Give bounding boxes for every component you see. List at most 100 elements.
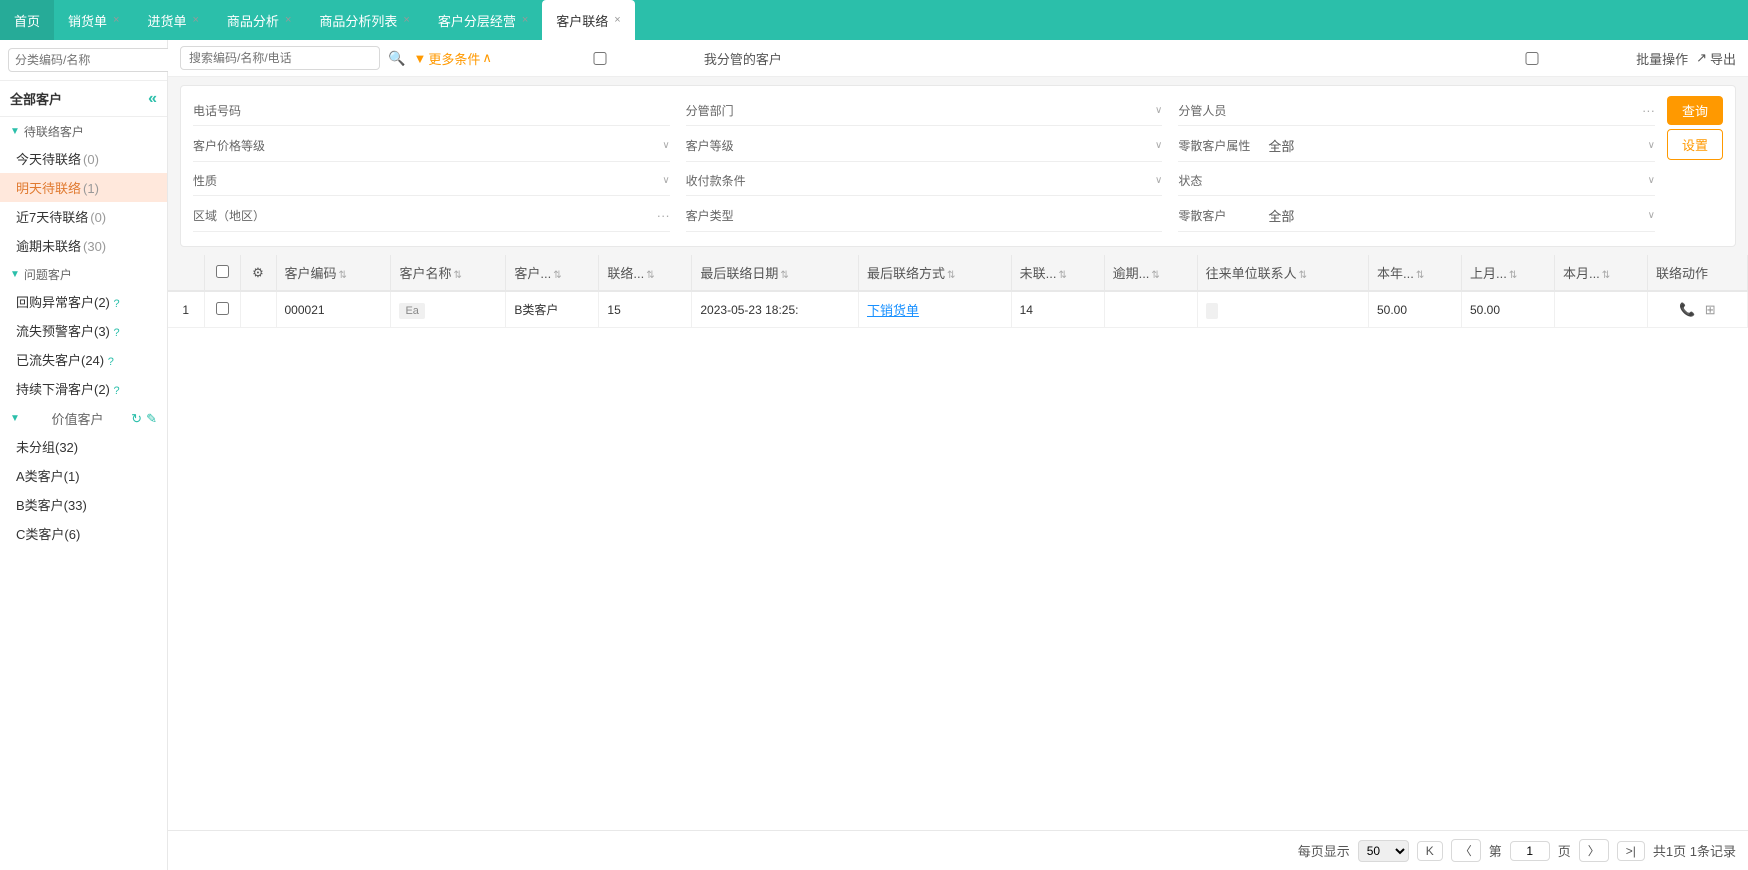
search-icon[interactable]: 🔍 [388, 50, 405, 67]
region-input[interactable]: ··· [283, 208, 670, 223]
sidebar-item-tomorrow[interactable]: 明天待联络(1) [0, 173, 167, 202]
nav-item-purchase[interactable]: 进货单 × [133, 0, 212, 40]
query-button[interactable]: 查询 [1667, 96, 1723, 125]
export-button[interactable]: ↗ 导出 [1696, 49, 1736, 68]
col-name[interactable]: 客户名称⇅ [391, 255, 506, 291]
value-refresh-icon[interactable]: ↻ [131, 411, 142, 427]
dept-select[interactable]: ∨ [776, 105, 1163, 116]
nav-item-customer-tier[interactable]: 客户分层经营 × [424, 0, 542, 40]
adv-col-customer-level: 客户等级 ∨ [686, 130, 1163, 162]
table-row: 1 000021 Ea B类客户 15 2023-05-23 18:25 [168, 291, 1748, 328]
status-caret-icon: ∨ [1648, 175, 1655, 186]
row-checkbox [204, 291, 240, 328]
adv-filters-panel: 电话号码 分管部门 ∨ [180, 85, 1736, 247]
name-sort-icon: ⇅ [453, 270, 461, 281]
last-date-sort-icon: ⇅ [780, 270, 788, 281]
sidebar-item-overdue-contact[interactable]: 逾期未联络(30) [0, 231, 167, 260]
sidebar-item-today[interactable]: 今天待联络(0) [0, 144, 167, 173]
col-settings[interactable]: ⚙ [240, 255, 276, 291]
total-info: 共1页 1条记录 [1653, 841, 1736, 860]
sidebar-search-input[interactable] [8, 48, 177, 72]
prev-page-button[interactable]: 〈 [1451, 839, 1481, 862]
person-ellipsis-icon: ··· [1642, 103, 1655, 118]
col-this-year[interactable]: 本年...⇅ [1368, 255, 1461, 291]
col-overdue[interactable]: 逾期...⇅ [1104, 255, 1197, 291]
sidebar-item-repurchase-abnormal[interactable]: 回购异常客户(2) ? [0, 287, 167, 316]
nav-item-customer-contact[interactable]: 客户联络 × [542, 0, 634, 40]
search-input[interactable] [180, 46, 380, 70]
sidebar-item-declining[interactable]: 持续下滑客户(2) ? [0, 374, 167, 403]
close-purchase-icon[interactable]: × [192, 14, 198, 26]
my-customers-checkbox-label[interactable]: 我分管的客户 [500, 49, 782, 68]
adv-col-price-level: 客户价格等级 ∨ [193, 130, 670, 162]
last-page-button[interactable]: >| [1617, 841, 1645, 861]
sidebar-all-customers[interactable]: 全部客户 « [0, 81, 167, 117]
sidebar-item-ungrouped[interactable]: 未分组(32) [0, 432, 167, 461]
scatter-attr-caret-icon: ∨ [1648, 140, 1655, 151]
nature-select[interactable]: ∨ [283, 175, 670, 186]
page-size-select[interactable]: 50 100 [1358, 840, 1409, 862]
col-last-date[interactable]: 最后联络日期⇅ [692, 255, 859, 291]
sidebar-item-lost[interactable]: 已流失客户(24) ? [0, 345, 167, 374]
row-select-checkbox[interactable] [216, 302, 229, 315]
nav-item-analysis-list[interactable]: 商品分析列表 × [305, 0, 423, 40]
person-input[interactable]: ··· [1268, 103, 1655, 118]
filter-caret-icon: ∧ [482, 50, 492, 66]
close-customer-contact-icon[interactable]: × [614, 14, 620, 26]
more-filters-button[interactable]: ▼ 更多条件 ∧ [413, 49, 491, 68]
my-customers-checkbox[interactable] [500, 52, 700, 65]
this-year-sort-icon: ⇅ [1416, 270, 1424, 281]
scatter-attr-select[interactable]: 全部 ∨ [1268, 136, 1655, 155]
sidebar-item-class-b[interactable]: B类客户(33) [0, 490, 167, 519]
filter-icon: ▼ [413, 51, 426, 66]
col-unit-contact[interactable]: 往来单位联系人⇅ [1197, 255, 1368, 291]
row-name: Ea [391, 291, 506, 328]
status-select[interactable]: ∨ [1268, 175, 1655, 186]
scatter-customer-select[interactable]: 全部 ∨ [1268, 206, 1655, 225]
action-phone-icon[interactable]: 📞 [1679, 302, 1695, 317]
customer-level-select[interactable]: ∨ [776, 140, 1163, 151]
sidebar-item-class-a[interactable]: A类客户(1) [0, 461, 167, 490]
bulk-op-checkbox-label[interactable]: 批量操作 [1432, 49, 1688, 68]
col-last-month[interactable]: 上月...⇅ [1461, 255, 1554, 291]
sidebar-item-loss-warning[interactable]: 流失预警客户(3) ? [0, 316, 167, 345]
col-type[interactable]: 客户...⇅ [506, 255, 599, 291]
value-edit-icon[interactable]: ✎ [146, 411, 157, 427]
page-number-input[interactable] [1510, 841, 1550, 861]
close-analysis-icon[interactable]: × [285, 14, 291, 26]
select-all-checkbox[interactable] [216, 265, 229, 278]
close-sales-icon[interactable]: × [113, 14, 119, 26]
next-page-button[interactable]: 〉 [1579, 839, 1609, 862]
col-this-month[interactable]: 本月...⇅ [1554, 255, 1647, 291]
table-body: 1 000021 Ea B类客户 15 2023-05-23 18:25 [168, 291, 1748, 328]
col-contacts[interactable]: 联络...⇅ [599, 255, 692, 291]
row-code: 000021 [276, 291, 391, 328]
sidebar-collapse-icon[interactable]: « [148, 90, 157, 108]
close-analysis-list-icon[interactable]: × [403, 14, 409, 26]
sidebar-section-pending: 待联络客户 [0, 117, 167, 144]
sidebar-section-value: 价值客户 ↻ ✎ [0, 403, 167, 432]
first-page-button[interactable]: K [1417, 841, 1443, 861]
nav-item-sales[interactable]: 销货单 × [54, 0, 133, 40]
content-main: 🔍 ▼ 更多条件 ∧ 我分管的客户 批量操作 ↗ 导出 [168, 40, 1748, 870]
table-settings-icon[interactable]: ⚙ [252, 265, 264, 280]
close-customer-tier-icon[interactable]: × [522, 14, 528, 26]
adv-col-scatter-customer: 零散客户 全部 ∨ [1178, 200, 1655, 232]
price-level-select[interactable]: ∨ [283, 140, 670, 151]
payment-caret-icon: ∨ [1155, 175, 1162, 186]
action-grid-icon[interactable]: ⊞ [1705, 302, 1716, 317]
sidebar-item-7days[interactable]: 近7天待联络(0) [0, 202, 167, 231]
nav-item-analysis[interactable]: 商品分析 × [213, 0, 305, 40]
sidebar-content: 全部客户 « 待联络客户 今天待联络(0) 明天待联络(1) 近7天待联络(0)… [0, 81, 167, 870]
bulk-op-checkbox[interactable] [1432, 52, 1632, 65]
payment-select[interactable]: ∨ [776, 175, 1163, 186]
last-method-link[interactable]: 下销货单 [867, 303, 919, 318]
customer-type-label: 客户类型 [686, 207, 776, 224]
sidebar-item-class-c[interactable]: C类客户(6) [0, 519, 167, 548]
col-not-contacted[interactable]: 未联...⇅ [1011, 255, 1104, 291]
adv-row-4: 区域（地区） ··· 客户类型 [193, 200, 1655, 232]
set-button[interactable]: 设置 [1667, 129, 1723, 160]
nav-item-home[interactable]: 首页 [0, 0, 54, 40]
col-last-method[interactable]: 最后联络方式⇅ [859, 255, 1012, 291]
col-code[interactable]: 客户编码⇅ [276, 255, 391, 291]
